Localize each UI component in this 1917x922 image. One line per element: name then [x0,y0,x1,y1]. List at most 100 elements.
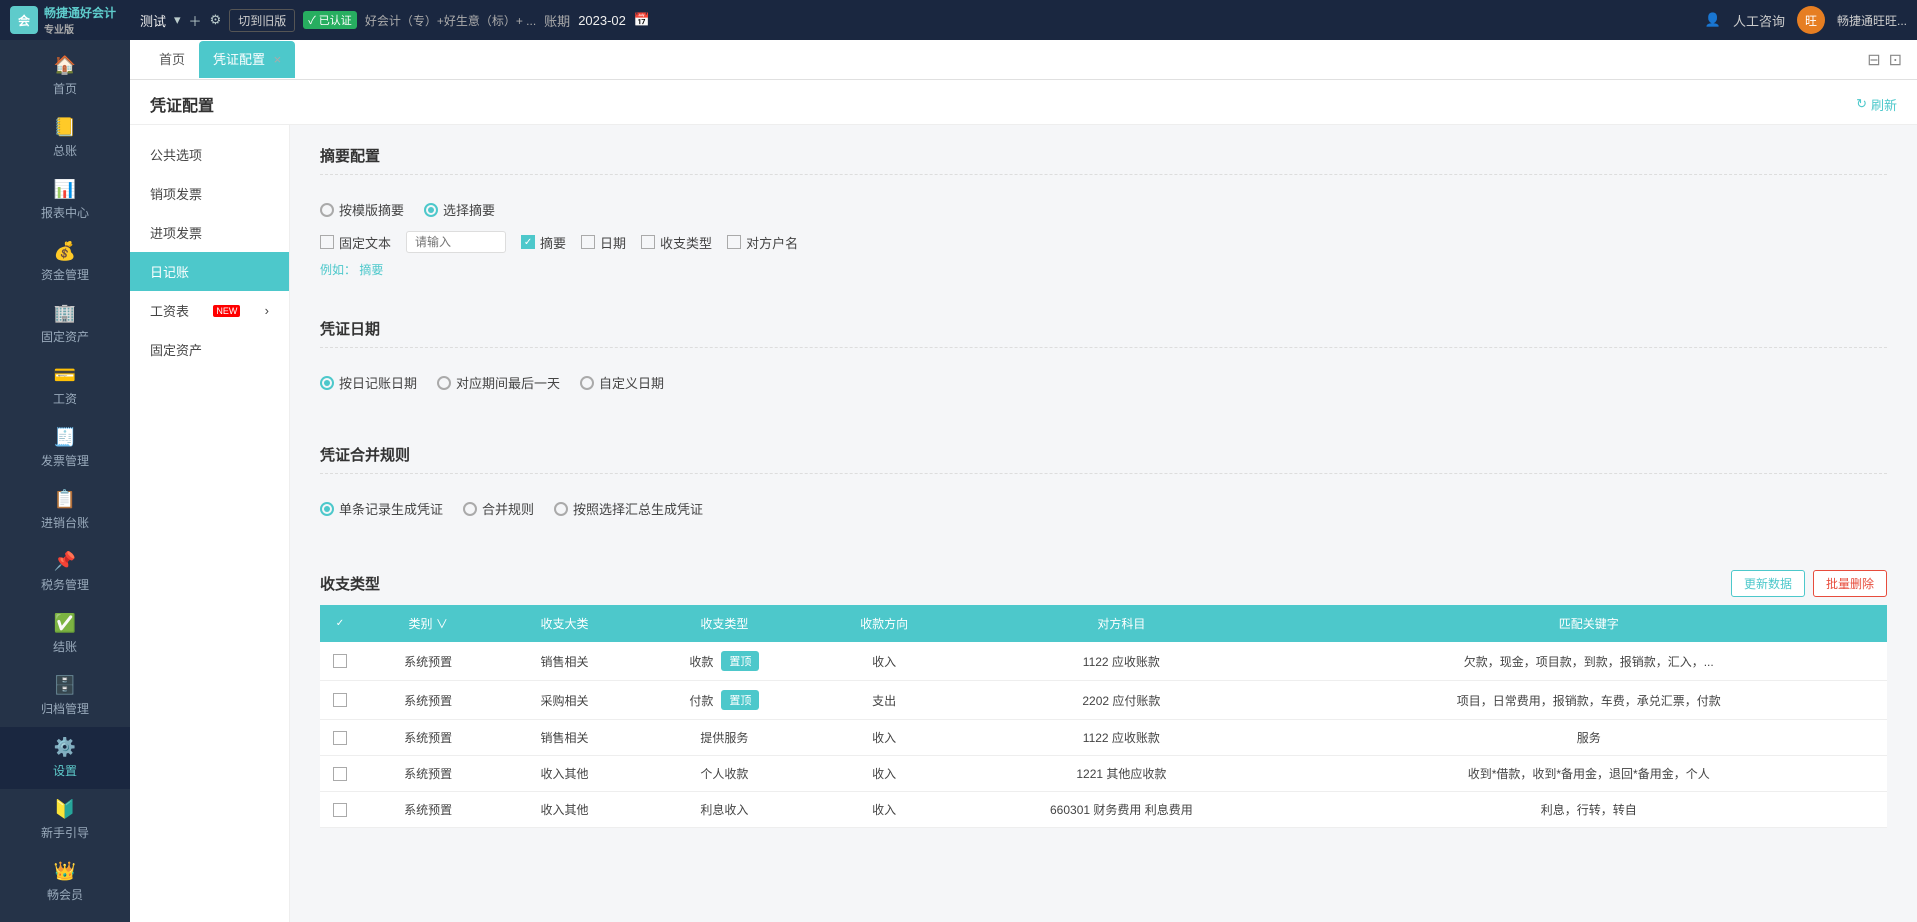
checkbox-fixed-text[interactable]: 固定文本 [320,233,391,252]
row1-top-button[interactable]: 置顶 [721,651,759,671]
radio-custom-date[interactable]: 自定义日期 [580,373,664,392]
row1-account: 1122 应收账款 [952,642,1290,681]
maximize-button[interactable]: ⊡ [1889,50,1902,70]
row1-check[interactable] [320,642,360,681]
row1-major: 销售相关 [496,642,632,681]
minimize-button[interactable]: ⊟ [1867,50,1880,70]
checkbox-summary[interactable]: ✓ 摘要 [521,233,566,252]
member-icon: 👑 [54,861,76,882]
help-text[interactable]: 人工咨询 [1733,11,1785,30]
row5-check[interactable] [320,792,360,828]
help-icon: 👤 [1705,12,1721,28]
left-nav-journal[interactable]: 日记账 [130,252,289,291]
checkbox-type[interactable]: 收支类型 [641,233,712,252]
period-label: 账期 [544,11,570,30]
tab-home[interactable]: 首页 [145,41,199,78]
radio-single-record[interactable]: 单条记录生成凭证 [320,499,443,518]
row4-checkbox[interactable] [333,767,347,781]
refresh-button[interactable]: ↻ 刷新 [1856,95,1897,114]
sidebar-label-reports: 报表中心 [41,204,89,221]
row1-type: 收款 置顶 [633,642,816,681]
sidebar-item-guide[interactable]: 🔰 新手引导 [0,789,130,851]
tab-voucher-config[interactable]: 凭证配置 × [199,41,295,78]
radio-journal-date[interactable]: 按日记账日期 [320,373,417,392]
tab-close-icon[interactable]: × [274,52,282,67]
row3-category: 系统预置 [360,720,496,756]
row4-major: 收入其他 [496,756,632,792]
sidebar-item-member[interactable]: 👑 畅会员 [0,851,130,913]
calendar-icon[interactable]: 📅 [634,12,650,28]
radio-circle-merge [463,502,477,516]
sidebar-item-payroll[interactable]: 💳 工资 [0,355,130,417]
checkbox-counterparty[interactable]: 对方户名 [727,233,798,252]
radio-merge-rule[interactable]: 合并规则 [463,499,534,518]
left-nav-fixed-assets[interactable]: 固定资产 [130,330,289,369]
th-checkbox[interactable]: ✓ [320,605,360,642]
sidebar-item-home[interactable]: 🏠 首页 [0,45,130,107]
radio-last-day[interactable]: 对应期间最后一天 [437,373,560,392]
row4-keywords: 收到*借款，收到*备用金，退回*备用金，个人 [1290,756,1887,792]
table-header-row: 收支类型 更新数据 批量删除 [320,570,1887,597]
sidebar-item-settlement[interactable]: ✅ 结账 [0,603,130,665]
sidebar-item-settings[interactable]: ⚙️ 设置 [0,727,130,789]
sidebar-label-home: 首页 [53,80,77,97]
sidebar-label-invoice: 发票管理 [41,452,89,469]
date-section-title: 凭证日期 [320,318,1887,348]
update-data-button[interactable]: 更新数据 [1731,570,1805,597]
row2-checkbox[interactable] [333,693,347,707]
sidebar-item-ledger[interactable]: 📒 总账 [0,107,130,169]
dropdown-icon[interactable]: ▾ [174,12,181,28]
row1-category: 系统预置 [360,642,496,681]
switch-version-button[interactable]: 切到旧版 [229,9,295,32]
checkbox-box-date [581,235,595,249]
row3-checkbox[interactable] [333,731,347,745]
radio-circle-journal-date [320,376,334,390]
date-section: 凭证日期 按日记账日期 对应期间最后一天 [320,318,1887,414]
sidebar-item-reports[interactable]: 📊 报表中心 [0,169,130,231]
reports-icon: 📊 [54,179,76,200]
income-expense-title: 收支类型 [320,573,380,594]
add-icon[interactable]: ＋ [189,11,202,30]
row5-category: 系统预置 [360,792,496,828]
main-layout: 🏠 首页 📒 总账 📊 报表中心 💰 资金管理 🏢 固定资产 💳 工资 🧾 发票… [0,40,1917,922]
radio-template-summary[interactable]: 按模版摘要 [320,200,404,219]
radio-circle-total [554,502,568,516]
left-nav-public[interactable]: 公共选项 [130,135,289,174]
sidebar-item-tax[interactable]: 📌 税务管理 [0,541,130,603]
radio-total-generate[interactable]: 按照选择汇总生成凭证 [554,499,703,518]
batch-delete-button[interactable]: 批量删除 [1813,570,1887,597]
row2-type: 付款 置顶 [633,681,816,720]
content-area: 首页 凭证配置 × ⊟ ⊡ 凭证配置 ↻ 刷新 公共选项 [130,40,1917,922]
table-row: 系统预置 采购相关 付款 置顶 支出 2202 应付账款 [320,681,1887,720]
row5-checkbox[interactable] [333,803,347,817]
radio-circle-last-day [437,376,451,390]
settings-nav-icon: ⚙️ [54,737,76,758]
period-value: 2023-02 [578,13,626,28]
left-nav-payroll[interactable]: 工资表 NEW › [130,291,289,330]
checkbox-date[interactable]: 日期 [581,233,626,252]
left-nav-purchase-invoice[interactable]: 进项发票 [130,213,289,252]
th-account: 对方科目 [952,605,1290,642]
avatar[interactable]: 旺 [1797,6,1825,34]
sidebar-item-archive[interactable]: 🗄️ 归档管理 [0,665,130,727]
sidebar-item-invoice[interactable]: 🧾 发票管理 [0,417,130,479]
sidebar-item-purchase-sales[interactable]: 📋 进销台账 [0,479,130,541]
row4-direction: 收入 [816,756,952,792]
row3-check[interactable] [320,720,360,756]
settings-icon[interactable]: ⚙ [210,12,222,28]
radio-select-summary[interactable]: 选择摘要 [424,200,495,219]
ledger-icon: 📒 [54,117,76,138]
select-all-checkbox[interactable]: ✓ [333,617,347,631]
fixed-text-input[interactable] [406,231,506,253]
left-nav-sales-invoice[interactable]: 销项发票 [130,174,289,213]
row2-top-button[interactable]: 置顶 [721,690,759,710]
certified-tag: ✓ 已认证 [303,11,357,29]
row5-major: 收入其他 [496,792,632,828]
row1-checkbox[interactable] [333,654,347,668]
row4-check[interactable] [320,756,360,792]
summary-section: 摘要配置 按模版摘要 选择摘要 [320,145,1887,288]
sidebar-item-funds[interactable]: 💰 资金管理 [0,231,130,293]
table-row: 系统预置 销售相关 提供服务 收入 1122 应收账款 服务 [320,720,1887,756]
row2-check[interactable] [320,681,360,720]
sidebar-item-fixed-assets[interactable]: 🏢 固定资产 [0,293,130,355]
